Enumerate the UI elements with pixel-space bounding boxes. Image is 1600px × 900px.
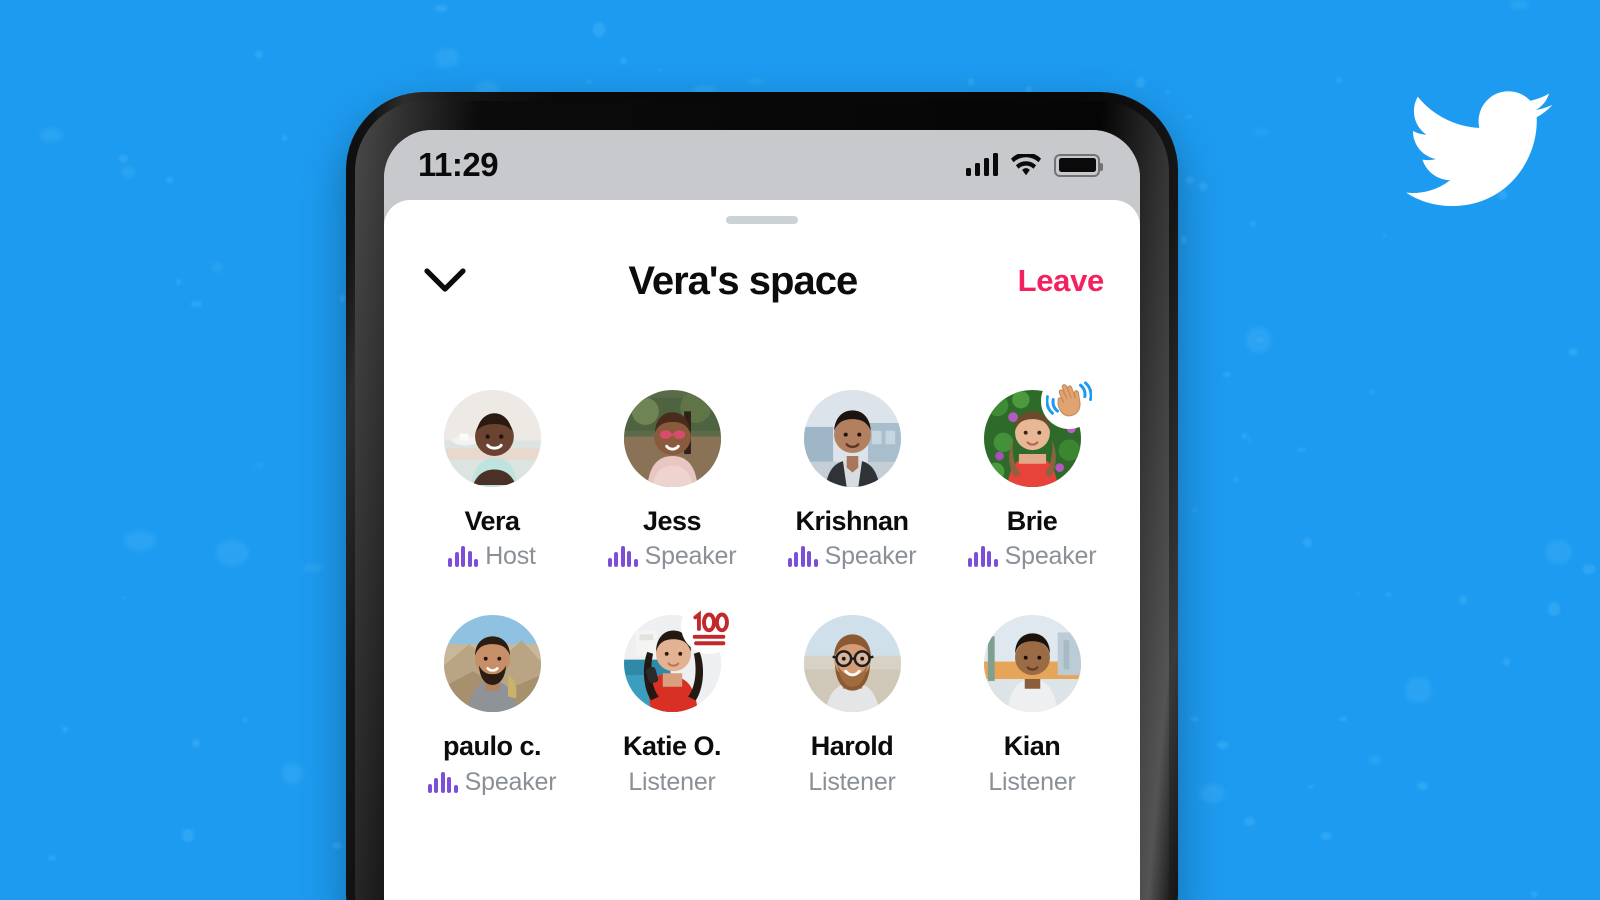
speaking-wave-icon — [448, 546, 479, 568]
participant-role: Speaker — [464, 767, 557, 796]
participant-role-line: Listener — [808, 767, 896, 797]
participant-role-line: Speaker — [607, 542, 737, 571]
participant-card[interactable]: Kian Listener — [942, 615, 1122, 796]
avatar — [803, 615, 901, 713]
participant-name: Katie O. — [622, 731, 722, 762]
participant-name: paulo c. — [442, 731, 542, 762]
avatar-wrapper[interactable] — [623, 598, 737, 713]
avatar-wrapper[interactable] — [983, 373, 1097, 487]
participant-name: Harold — [810, 731, 894, 762]
avatar — [443, 615, 541, 713]
participant-name: Brie — [1006, 506, 1058, 536]
participant-role: Listener — [988, 767, 1076, 796]
phone-mockup: 11:29 Vera's space Leave Vera Host Jess … — [346, 92, 1178, 900]
speaking-wave-icon — [607, 546, 638, 568]
page-title: Vera's space — [628, 258, 858, 303]
signal-bars-icon — [965, 153, 998, 176]
participant-name: Kian — [1003, 731, 1061, 762]
participant-role: Listener — [628, 767, 716, 796]
participant-card[interactable]: paulo c. Speaker — [402, 615, 582, 796]
participant-role: Host — [485, 542, 536, 571]
participant-name: Jess — [642, 506, 702, 536]
participant-role-line: Listener — [988, 767, 1076, 797]
participant-role: Speaker — [1004, 542, 1097, 571]
avatar — [443, 390, 541, 487]
wifi-icon — [1011, 153, 1041, 177]
leave-button[interactable]: Leave — [1014, 263, 1108, 299]
participant-card[interactable]: Harold Listener — [762, 615, 942, 796]
avatar-wrapper[interactable] — [803, 390, 901, 487]
speaking-wave-icon — [427, 771, 458, 793]
participants-grid: Vera Host Jess Speaker Krishnan Speaker Brie Sp… — [384, 312, 1140, 797]
participant-role-line: Speaker — [967, 542, 1097, 571]
participant-role-line: Speaker — [787, 542, 917, 571]
avatar-wrapper[interactable] — [803, 615, 901, 713]
space-sheet: Vera's space Leave Vera Host Jess Speaker Kr… — [384, 200, 1140, 900]
phone-screen: 11:29 Vera's space Leave Vera Host Jess … — [384, 130, 1140, 900]
hundred-points-emoji — [680, 598, 737, 655]
participant-card[interactable]: Jess Speaker — [582, 390, 762, 571]
avatar-wrapper[interactable] — [443, 615, 541, 713]
participant-name: Krishnan — [795, 506, 909, 536]
participant-card[interactable]: Vera Host — [402, 390, 582, 571]
participant-name: Vera — [464, 506, 520, 536]
battery-full-icon — [1054, 153, 1103, 177]
avatar — [983, 615, 1081, 713]
participant-card[interactable]: Krishnan Speaker — [762, 390, 942, 571]
participant-role-line: Speaker — [427, 767, 557, 797]
chevron-down-icon[interactable] — [418, 254, 472, 308]
waving-hand-emoji — [1040, 373, 1097, 429]
avatar-wrapper[interactable] — [623, 390, 721, 487]
speaking-wave-icon — [787, 546, 818, 568]
participant-role: Speaker — [644, 542, 737, 571]
participant-role: Listener — [808, 767, 896, 796]
status-bar-icons — [965, 153, 1103, 177]
speaking-wave-icon — [967, 546, 998, 568]
space-header: Vera's space Leave — [384, 224, 1140, 312]
sheet-drag-handle[interactable] — [726, 216, 798, 224]
avatar-wrapper[interactable] — [983, 615, 1081, 713]
status-bar: 11:29 — [384, 130, 1140, 200]
status-bar-time: 11:29 — [418, 146, 499, 183]
participant-card[interactable]: Brie Speaker — [942, 373, 1122, 571]
participant-role-line: Host — [448, 542, 536, 571]
avatar — [623, 390, 721, 487]
avatar-wrapper[interactable] — [443, 390, 541, 487]
avatar — [803, 390, 901, 487]
participant-role: Speaker — [824, 542, 917, 571]
twitter-bird-icon — [1406, 86, 1552, 208]
participant-role-line: Listener — [628, 767, 716, 797]
participant-card[interactable]: Katie O. Listener — [582, 598, 762, 797]
